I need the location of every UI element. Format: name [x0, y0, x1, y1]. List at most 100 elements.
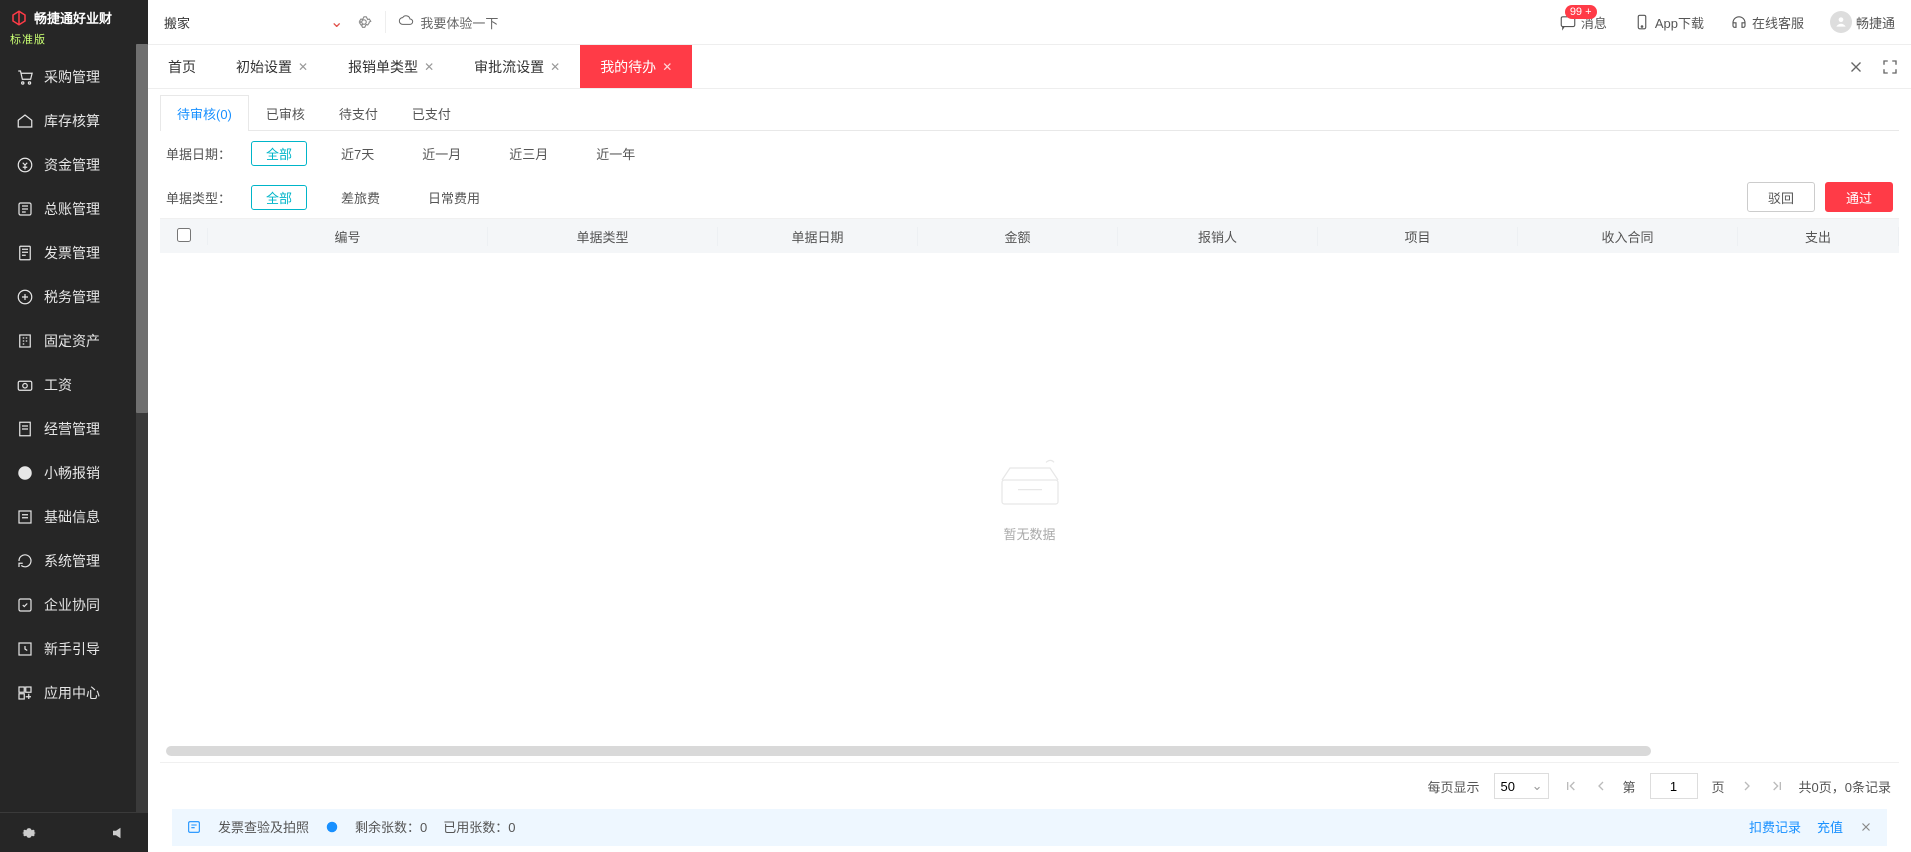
reject-button[interactable]: 驳回: [1747, 182, 1815, 212]
close-icon[interactable]: ✕: [550, 60, 560, 74]
deduct-link[interactable]: 扣费记录: [1749, 817, 1801, 836]
sidebar-item-label: 资金管理: [44, 155, 100, 175]
tab-todo[interactable]: 我的待办 ✕: [580, 45, 692, 88]
page-size-select[interactable]: [1494, 773, 1549, 799]
subtab-label: 待审核(0): [177, 107, 232, 122]
sound-icon[interactable]: [110, 824, 128, 842]
subtabs: 待审核(0) 已审核 待支付 已支付: [160, 95, 1899, 131]
brand-edition: 标准版: [0, 31, 148, 55]
sidebar-item-label: 小畅报销: [44, 463, 100, 483]
brand-logo-icon: [10, 9, 28, 27]
sidebar-item-label: 采购管理: [44, 67, 100, 87]
gear-icon[interactable]: [355, 13, 373, 31]
empty-box-icon: [990, 454, 1070, 514]
sidebar-item-ledger[interactable]: 总账管理: [0, 187, 148, 231]
org-selector[interactable]: 搬家 ⌄: [164, 12, 343, 32]
info-icon: [16, 508, 34, 526]
filter-type-all[interactable]: 全部: [251, 185, 307, 210]
sidebar-item-operation[interactable]: 经营管理: [0, 407, 148, 451]
sidebar-item-funds[interactable]: 资金管理: [0, 143, 148, 187]
filter-date-all[interactable]: 全部: [251, 141, 307, 166]
app-download[interactable]: App下载: [1633, 13, 1704, 32]
tab-label: 首页: [168, 57, 196, 77]
messages[interactable]: 99 + 消息: [1559, 13, 1607, 32]
page-tabs: 首页 初始设置✕ 报销单类型✕ 审批流设置✕ 我的待办 ✕: [148, 45, 1911, 89]
msg-badge: 99 +: [1565, 5, 1597, 19]
tab-label: 我的待办: [600, 57, 656, 77]
sidebar-item-label: 新手引导: [44, 639, 100, 659]
close-icon[interactable]: [1859, 820, 1873, 834]
sidebar-item-system[interactable]: 系统管理: [0, 539, 148, 583]
sidebar-item-fixed-asset[interactable]: 固定资产: [0, 319, 148, 363]
filter-type-travel[interactable]: 差旅费: [327, 186, 394, 209]
sidebar-item-basic[interactable]: 基础信息: [0, 495, 148, 539]
table-head: 编号 单据类型 单据日期 金额 报销人 项目 收入合同 支出: [160, 219, 1899, 253]
sidebar-scrollbar[interactable]: [136, 44, 148, 812]
gear-icon[interactable]: [20, 824, 38, 842]
tab-init[interactable]: 初始设置✕: [216, 45, 328, 88]
refresh-icon: [16, 552, 34, 570]
subtab-label: 已支付: [412, 107, 451, 122]
user-menu[interactable]: 畅捷通: [1830, 11, 1895, 33]
col-date: 单据日期: [718, 227, 918, 246]
close-icon[interactable]: ✕: [424, 60, 434, 74]
page-suffix: 页: [1712, 777, 1725, 796]
approve-button[interactable]: 通过: [1825, 182, 1893, 212]
sidebar: 畅捷通好业财 标准版 采购管理 库存核算 资金管理 总账管理 发票管理 税务管理…: [0, 0, 148, 852]
sidebar-item-label: 基础信息: [44, 507, 100, 527]
info-icon[interactable]: [325, 820, 339, 834]
close-icon[interactable]: ✕: [298, 60, 308, 74]
online-service[interactable]: 在线客服: [1730, 13, 1804, 32]
phone-icon: [1633, 13, 1651, 31]
first-page-icon[interactable]: [1563, 778, 1579, 794]
page-number-input[interactable]: [1650, 773, 1698, 799]
sidebar-item-guide[interactable]: 新手引导: [0, 627, 148, 671]
subtab-reviewed[interactable]: 已审核: [249, 95, 322, 131]
filter-type-daily[interactable]: 日常费用: [414, 186, 494, 209]
table-scrollbar[interactable]: [166, 746, 1893, 756]
topbar: 搬家 ⌄ 我要体验一下 99 + 消息 App下载 在线客服: [148, 0, 1911, 45]
select-all-checkbox[interactable]: [177, 228, 191, 242]
sidebar-item-expense[interactable]: 小畅报销: [0, 451, 148, 495]
close-all-icon[interactable]: [1847, 58, 1865, 76]
invoice-icon: [16, 244, 34, 262]
sidebar-item-tax[interactable]: 税务管理: [0, 275, 148, 319]
prev-page-icon[interactable]: [1593, 778, 1609, 794]
sidebar-item-label: 库存核算: [44, 111, 100, 131]
filter-date-1y[interactable]: 近一年: [582, 142, 649, 165]
col-reimburser: 报销人: [1118, 227, 1318, 246]
next-page-icon[interactable]: [1739, 778, 1755, 794]
filter-date-row: 单据日期： 全部 近7天 近一月 近三月 近一年: [160, 131, 1899, 172]
sidebar-item-inventory[interactable]: 库存核算: [0, 99, 148, 143]
avatar-icon: [1830, 11, 1852, 33]
per-page-label: 每页显示: [1427, 777, 1479, 796]
try-label: 我要体验一下: [420, 13, 498, 32]
building-icon: [16, 332, 34, 350]
filter-type-row: 单据类型： 全部 差旅费 日常费用 驳回 通过: [160, 172, 1899, 218]
recharge-link[interactable]: 充值: [1817, 817, 1843, 836]
sidebar-item-salary[interactable]: 工资: [0, 363, 148, 407]
sidebar-item-invoice[interactable]: 发票管理: [0, 231, 148, 275]
subtab-pending-review[interactable]: 待审核(0): [160, 95, 249, 131]
empty-text: 暂无数据: [1003, 524, 1055, 543]
expense-icon: [16, 464, 34, 482]
close-icon[interactable]: ✕: [662, 60, 672, 74]
app-label: App下载: [1655, 13, 1704, 32]
subtab-label: 已审核: [266, 107, 305, 122]
filter-date-3m[interactable]: 近三月: [495, 142, 562, 165]
sidebar-item-appcenter[interactable]: 应用中心: [0, 671, 148, 715]
fullscreen-icon[interactable]: [1881, 58, 1899, 76]
filter-date-1m[interactable]: 近一月: [408, 142, 475, 165]
subtab-paid[interactable]: 已支付: [395, 95, 468, 131]
tab-home[interactable]: 首页: [148, 45, 216, 88]
last-page-icon[interactable]: [1769, 778, 1785, 794]
tab-approval[interactable]: 审批流设置✕: [454, 45, 580, 88]
tab-expense-type[interactable]: 报销单类型✕: [328, 45, 454, 88]
doc-icon: [16, 420, 34, 438]
subtab-pending-pay[interactable]: 待支付: [322, 95, 395, 131]
filter-date-7d[interactable]: 近7天: [327, 142, 388, 165]
sidebar-item-purchase[interactable]: 采购管理: [0, 55, 148, 99]
try-demo[interactable]: 我要体验一下: [398, 13, 498, 32]
sidebar-item-coop[interactable]: 企业协同: [0, 583, 148, 627]
subtab-label: 待支付: [339, 107, 378, 122]
